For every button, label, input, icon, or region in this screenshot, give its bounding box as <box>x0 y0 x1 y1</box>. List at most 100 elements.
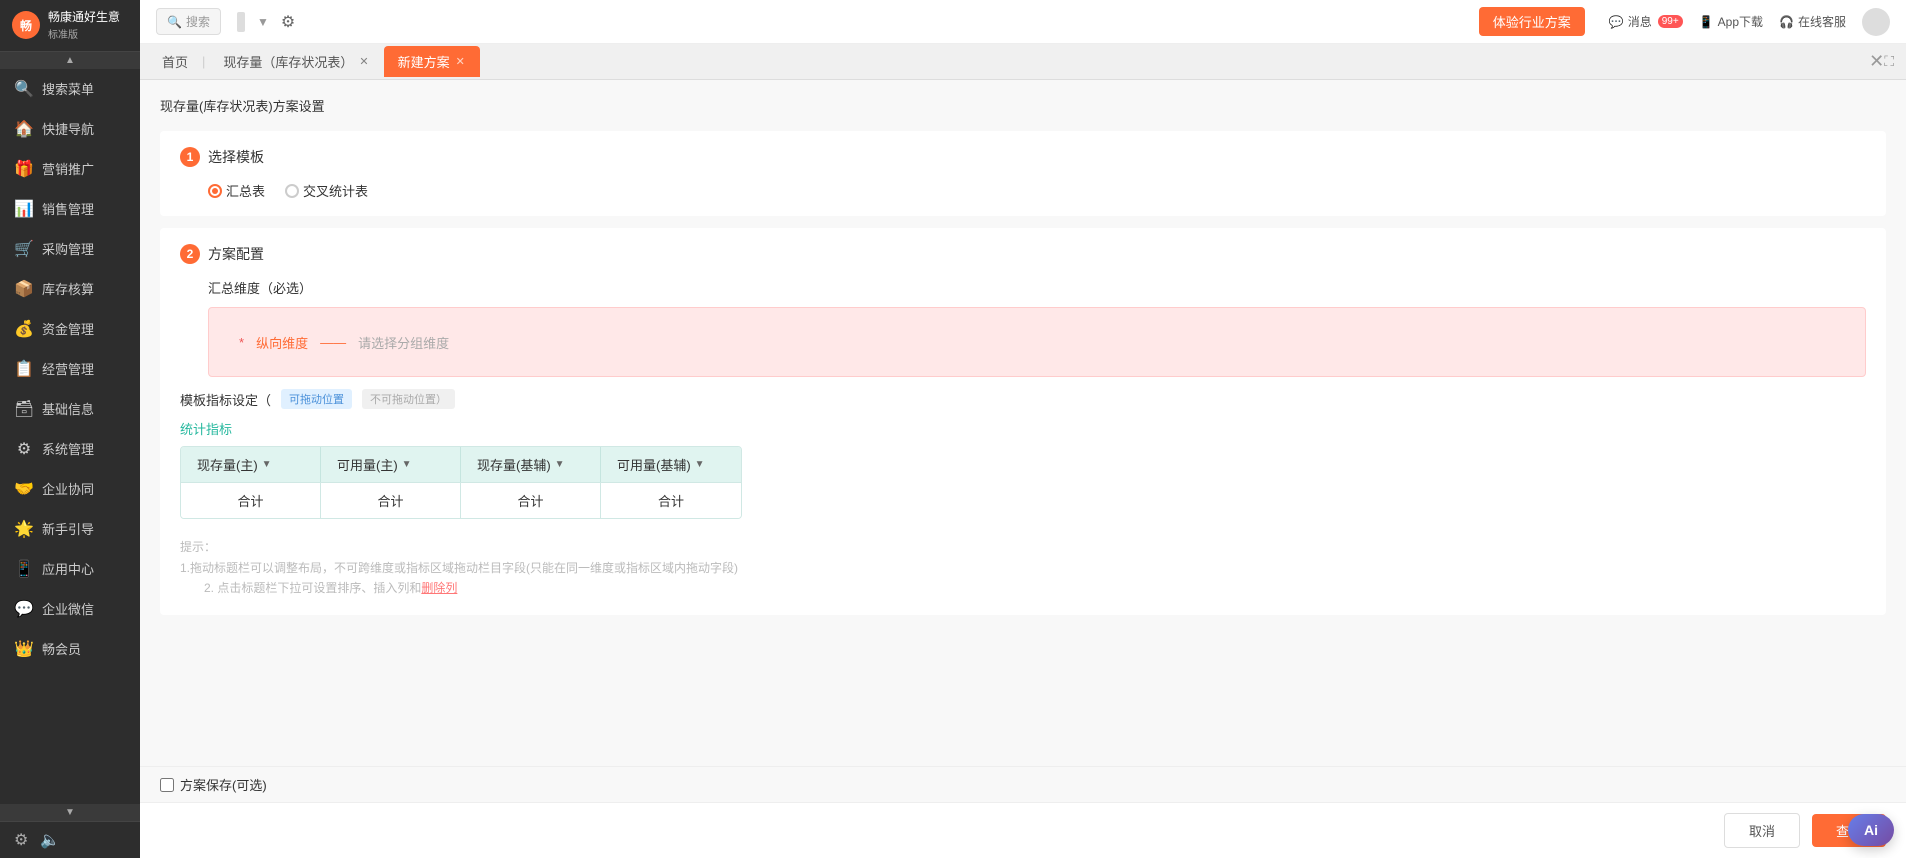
step2-badge: 2 <box>180 244 200 264</box>
sidebar-item-guide[interactable]: 🌟 新手引导 <box>0 509 140 549</box>
logo-icon: 畅 <box>12 11 40 39</box>
main-wrapper: 🔍 搜索 ▼ ⚙ 体验行业方案 💬 消息 99+ 📱 App下载 🎧 在线客服 <box>140 0 1906 858</box>
col-header-2[interactable]: 现存量(基辅) ▼ <box>461 447 601 482</box>
radio-dot-summary <box>208 184 222 198</box>
sidebar-item-label: 资金管理 <box>42 319 94 338</box>
panel-close-button[interactable]: ✕ <box>1869 51 1884 72</box>
sidebar-item-sales[interactable]: 📊 销售管理 <box>0 189 140 229</box>
wechat-icon: 💬 <box>14 599 34 619</box>
sidebar-item-label: 快捷导航 <box>42 119 94 138</box>
trial-industry-button[interactable]: 体验行业方案 <box>1479 7 1585 36</box>
step1-title: 选择模板 <box>208 147 264 167</box>
ai-bubble[interactable]: Ai <box>1848 814 1894 846</box>
sidebar-item-system[interactable]: ⚙ 系统管理 <box>0 429 140 469</box>
tab-new-plan-close[interactable]: ✕ <box>456 55 465 68</box>
footer-bar: 方案保存(可选) <box>140 766 1906 802</box>
col-header-3-label: 可用量(基辅) <box>617 455 691 474</box>
sidebar-item-label: 新手引导 <box>42 519 94 538</box>
col-header-0[interactable]: 现存量(主) ▼ <box>181 447 321 482</box>
settings-bottom-icon[interactable]: ⚙ <box>14 830 28 850</box>
sidebar-item-member[interactable]: 👑 畅会员 <box>0 629 140 669</box>
marketing-icon: 🎁 <box>14 159 34 179</box>
metrics-data-row: 合计 合计 合计 合计 <box>181 482 741 518</box>
tab-new-plan[interactable]: 新建方案 ✕ <box>384 46 480 77</box>
tab-inventory-status-close[interactable]: ✕ <box>359 55 368 68</box>
save-checkbox[interactable]: 方案保存(可选) <box>160 775 267 794</box>
sidebar-item-basic-info[interactable]: 🗃 基础信息 <box>0 389 140 429</box>
col-header-1-label: 可用量(主) <box>337 455 398 474</box>
col-header-0-label: 现存量(主) <box>197 455 258 474</box>
sidebar-item-inventory[interactable]: 📦 库存核算 <box>0 269 140 309</box>
app-download-icon: 📱 <box>1699 15 1714 29</box>
col-header-1[interactable]: 可用量(主) ▼ <box>321 447 461 482</box>
template-radio-group: 汇总表 交叉统计表 <box>208 181 1866 200</box>
dimension-row[interactable]: * 纵向维度 —— 请选择分组维度 <box>208 307 1866 377</box>
radio-summary-label: 汇总表 <box>226 181 265 200</box>
tips-delete-link[interactable]: 删除列 <box>421 581 457 595</box>
tips-item-1: 2. 点击标题栏下拉可设置排序、插入列和删除列 <box>180 579 1866 596</box>
customer-service-label: 在线客服 <box>1798 13 1846 30</box>
app-download-action[interactable]: 📱 App下载 <box>1699 13 1763 30</box>
tips-item-0: 1.拖动标题栏可以调整布局，不可跨维度或指标区域拖动栏目字段(只能在同一维度或指… <box>180 559 1866 576</box>
dimension-placeholder: 请选择分组维度 <box>358 333 449 352</box>
sidebar-item-search-menu[interactable]: 🔍 搜索菜单 <box>0 69 140 109</box>
panel-expand-button[interactable]: ⛶ <box>1884 53 1894 70</box>
customer-service-action[interactable]: 🎧 在线客服 <box>1779 13 1846 30</box>
sidebar-item-operation[interactable]: 📋 经营管理 <box>0 349 140 389</box>
sidebar-item-label: 搜索菜单 <box>42 79 94 98</box>
save-label: 方案保存(可选) <box>180 775 267 794</box>
sidebar-item-marketing[interactable]: 🎁 营销推广 <box>0 149 140 189</box>
content-area: 现存量(库存状况表)方案设置 1 选择模板 汇总表 交叉统计表 <box>140 80 1906 766</box>
radio-cross[interactable]: 交叉统计表 <box>285 181 368 200</box>
customer-service-icon: 🎧 <box>1779 15 1794 29</box>
sidebar-scroll-down[interactable]: ▼ <box>0 804 140 821</box>
system-icon: ⚙ <box>14 439 34 459</box>
dimension-dash: —— <box>320 335 346 350</box>
search-box[interactable]: 🔍 搜索 <box>156 8 221 35</box>
operation-icon: 📋 <box>14 359 34 379</box>
sidebar-item-app-center[interactable]: 📱 应用中心 <box>0 549 140 589</box>
save-checkbox-input[interactable] <box>160 778 174 792</box>
metrics-label: 模板指标设定（ 可拖动位置 不可拖动位置） <box>180 389 1866 409</box>
metrics-cell-3: 合计 <box>601 483 741 518</box>
message-label: 消息 <box>1628 13 1652 30</box>
radio-summary[interactable]: 汇总表 <box>208 181 265 200</box>
non-draggable-badge: 不可拖动位置） <box>362 389 455 409</box>
sidebar-item-label: 应用中心 <box>42 559 94 578</box>
tab-inventory-status[interactable]: 现存量（库存状况表） ✕ <box>209 46 383 77</box>
draggable-badge: 可拖动位置 <box>281 389 352 409</box>
sidebar-item-wechat[interactable]: 💬 企业微信 <box>0 589 140 629</box>
message-action[interactable]: 💬 消息 99+ <box>1609 13 1683 30</box>
sidebar-item-label: 畅会员 <box>42 639 81 658</box>
sidebar-item-label: 营销推广 <box>42 159 94 178</box>
step1-badge: 1 <box>180 147 200 167</box>
cancel-button[interactable]: 取消 <box>1724 813 1800 848</box>
sidebar-item-finance[interactable]: 💰 资金管理 <box>0 309 140 349</box>
sidebar-item-purchase[interactable]: 🛒 采购管理 <box>0 229 140 269</box>
help-icon[interactable]: 🔈 <box>40 830 60 850</box>
sidebar-item-label: 经营管理 <box>42 359 94 378</box>
sidebar-item-label: 企业微信 <box>42 599 94 618</box>
purchase-icon: 🛒 <box>14 239 34 259</box>
cooperation-icon: 🤝 <box>14 479 34 499</box>
app-center-icon: 📱 <box>14 559 34 579</box>
search-icon: 🔍 <box>167 15 182 29</box>
topbar-settings-icon[interactable]: ⚙ <box>281 12 295 32</box>
topbar-actions: 💬 消息 99+ 📱 App下载 🎧 在线客服 <box>1609 8 1890 36</box>
col-header-2-chevron: ▼ <box>555 459 565 470</box>
metrics-table: 现存量(主) ▼ 可用量(主) ▼ 现存量(基辅) ▼ 可用量(基辅) <box>180 446 742 519</box>
col-header-0-chevron: ▼ <box>262 459 272 470</box>
sidebar-logo: 畅 畅康通好生意 标准版 <box>0 0 140 52</box>
sidebar-item-quick-nav[interactable]: 🏠 快捷导航 <box>0 109 140 149</box>
topbar-dropdown-icon[interactable]: ▼ <box>257 15 269 29</box>
col-header-3[interactable]: 可用量(基辅) ▼ <box>601 447 741 482</box>
stats-section-title: 统计指标 <box>180 419 1866 438</box>
step1-header: 1 选择模板 <box>180 147 1866 167</box>
step2-header: 2 方案配置 <box>180 244 1866 264</box>
sidebar-nav: 🔍 搜索菜单 🏠 快捷导航 🎁 营销推广 📊 销售管理 🛒 采购管理 📦 库存核… <box>0 69 140 804</box>
tab-home[interactable]: 首页 <box>152 46 198 77</box>
tab-inventory-status-label: 现存量（库存状况表） <box>223 52 353 71</box>
sidebar-item-cooperation[interactable]: 🤝 企业协同 <box>0 469 140 509</box>
sidebar-scroll-up[interactable]: ▲ <box>0 52 140 69</box>
user-avatar[interactable] <box>1862 8 1890 36</box>
